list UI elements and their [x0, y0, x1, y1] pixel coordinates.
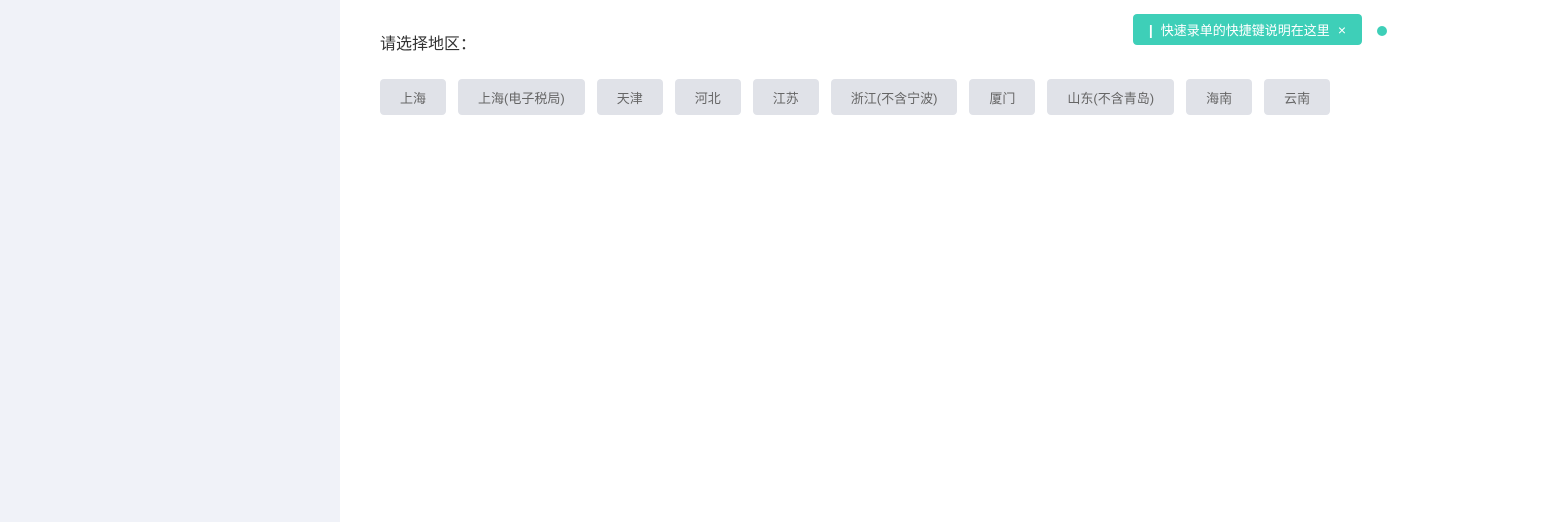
region-btn-zhejiang[interactable]: 浙江(不含宁波): [831, 79, 958, 115]
region-btn-shanghai-etax[interactable]: 上海(电子税局): [458, 79, 585, 115]
region-btn-shanghai[interactable]: 上海: [380, 79, 446, 115]
tooltip-dot: [1377, 26, 1387, 36]
region-btn-shandong[interactable]: 山东(不含青岛): [1047, 79, 1174, 115]
main-content: 请选择地区： 上海上海(电子税局)天津河北江苏浙江(不含宁波)厦门山东(不含青岛…: [340, 0, 1562, 522]
region-btn-hainan[interactable]: 海南: [1186, 79, 1252, 115]
region-btn-jiangsu[interactable]: 江苏: [753, 79, 819, 115]
region-btn-tianjin[interactable]: 天津: [597, 79, 663, 115]
region-buttons-container: 上海上海(电子税局) 天津河北江苏浙江(不含宁波) 厦门山东(不含青岛) 海南云南: [380, 79, 1522, 115]
tooltip-label: 快速录单的快捷键说明在这里: [1161, 20, 1330, 39]
region-btn-yunnan[interactable]: 云南: [1264, 79, 1330, 115]
tooltip-close-button[interactable]: ×: [1338, 23, 1346, 37]
sidebar: [0, 0, 340, 522]
region-btn-hebei[interactable]: 河北: [675, 79, 741, 115]
region-btn-xiamen[interactable]: 厦门: [969, 79, 1035, 115]
tooltip-badge: 快速录单的快捷键说明在这里 ×: [1133, 14, 1362, 45]
